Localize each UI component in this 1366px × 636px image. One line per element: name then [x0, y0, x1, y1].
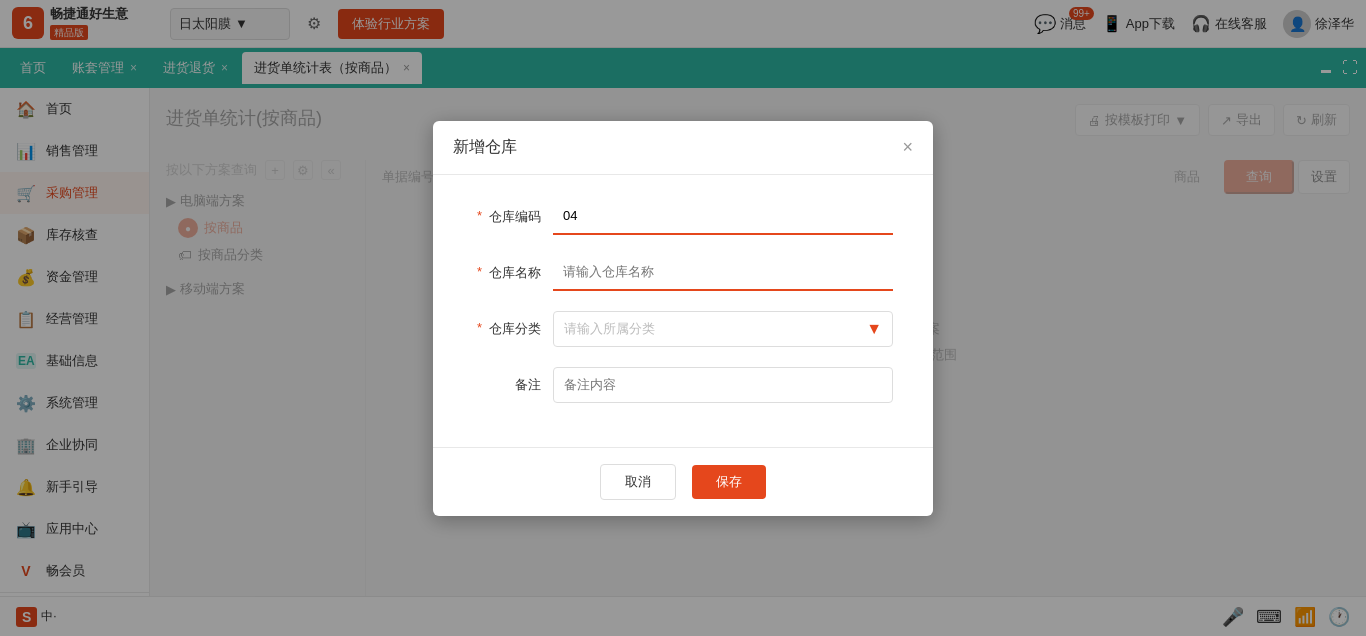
modal-close-icon[interactable]: × [902, 137, 913, 158]
add-warehouse-modal: 新增仓库 × 仓库编码 仓库名称 仓库分类 请输入所属分类 ▼ [433, 121, 933, 516]
remark-label: 备注 [473, 376, 553, 394]
save-button[interactable]: 保存 [692, 465, 766, 499]
form-row-code: 仓库编码 [473, 199, 893, 235]
remark-input[interactable] [553, 367, 893, 403]
category-dropdown-icon: ▼ [866, 320, 882, 338]
code-input[interactable] [553, 199, 893, 235]
form-row-remark: 备注 [473, 367, 893, 403]
form-row-name: 仓库名称 [473, 255, 893, 291]
name-label: 仓库名称 [473, 264, 553, 282]
category-label: 仓库分类 [473, 320, 553, 338]
name-input[interactable] [553, 255, 893, 291]
code-label: 仓库编码 [473, 208, 553, 226]
modal-header: 新增仓库 × [433, 121, 933, 175]
form-row-category: 仓库分类 请输入所属分类 ▼ [473, 311, 893, 347]
modal-overlay: 新增仓库 × 仓库编码 仓库名称 仓库分类 请输入所属分类 ▼ [0, 0, 1366, 636]
modal-body: 仓库编码 仓库名称 仓库分类 请输入所属分类 ▼ 备注 [433, 175, 933, 447]
modal-footer: 取消 保存 [433, 447, 933, 516]
category-select[interactable]: 请输入所属分类 ▼ [553, 311, 893, 347]
modal-title: 新增仓库 [453, 137, 517, 158]
cancel-button[interactable]: 取消 [600, 464, 676, 500]
